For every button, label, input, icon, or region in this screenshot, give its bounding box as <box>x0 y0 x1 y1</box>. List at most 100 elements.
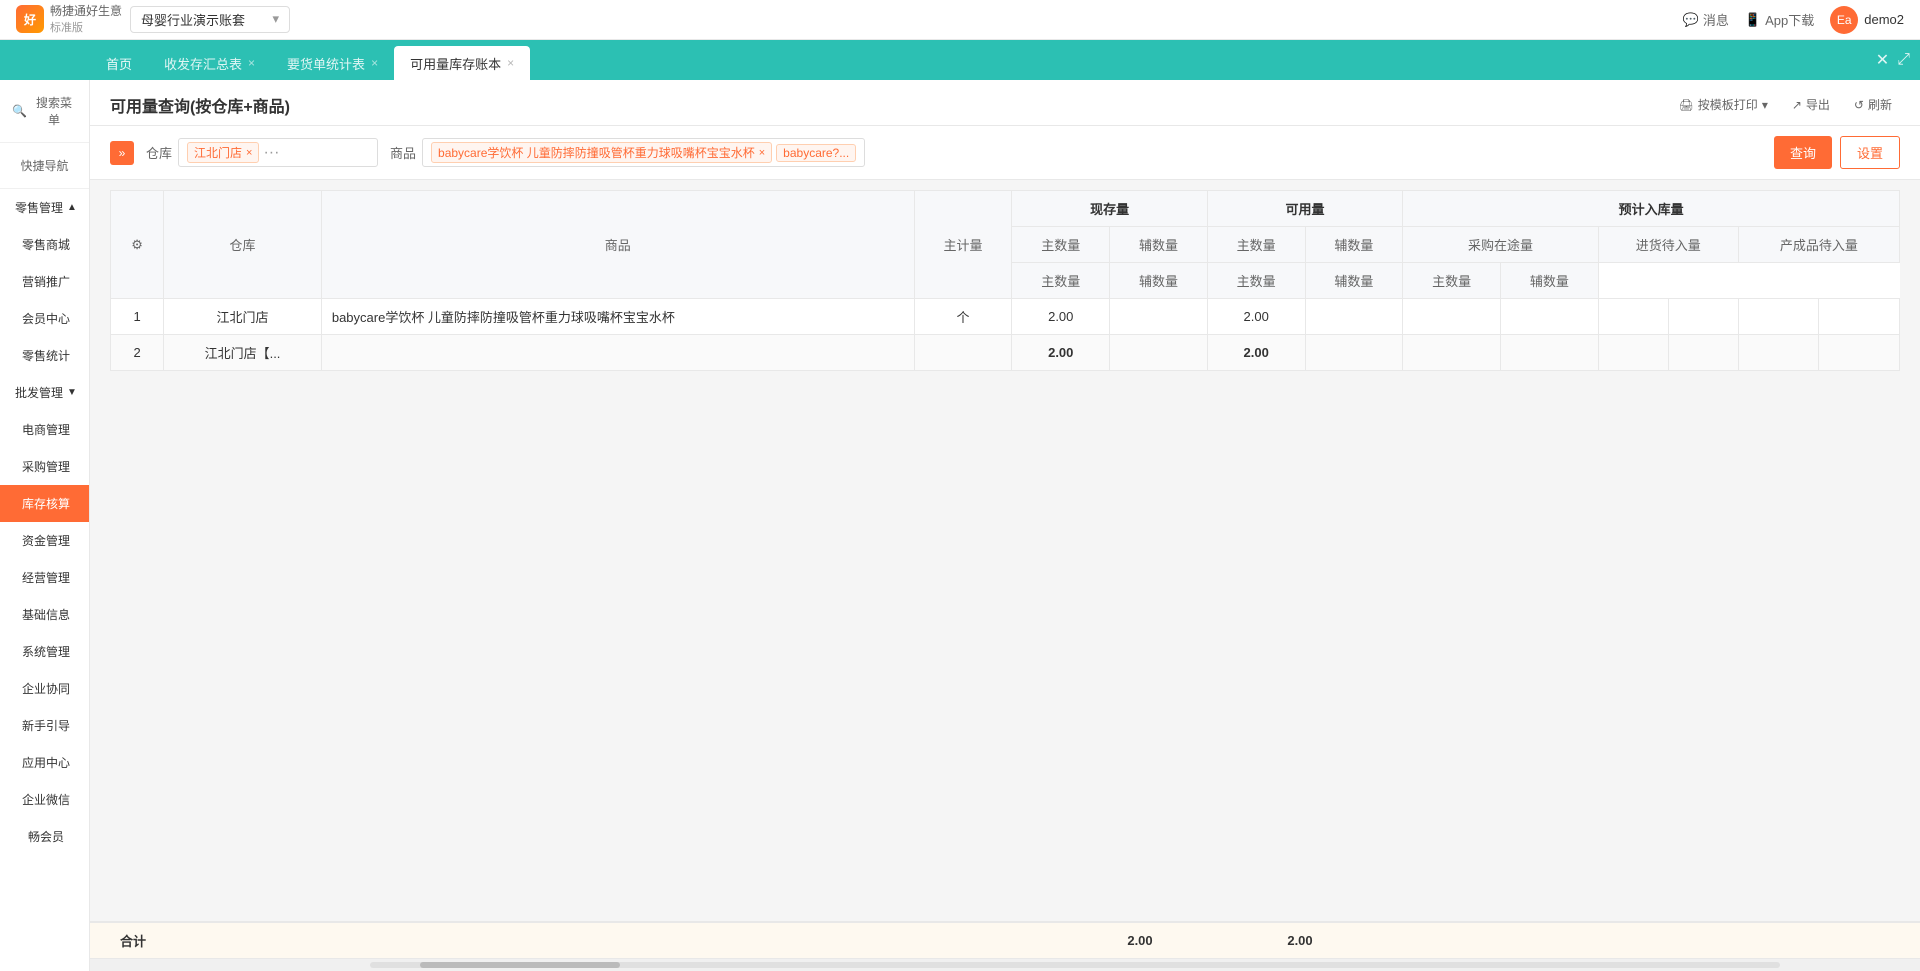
sidebar-item-retail-stats-label: 零售统计 <box>22 347 70 364</box>
sidebar-item-member-center[interactable]: 会员中心 <box>0 300 89 337</box>
sidebar-item-system-mgmt-label: 系统管理 <box>22 643 70 660</box>
page-actions: 🖨 按模板打印 ▾ ↗ 导出 ↺ 刷新 <box>1671 92 1900 117</box>
tab-order[interactable]: 要货单统计表 × <box>271 46 394 80</box>
row-unit: 个 <box>914 299 1012 335</box>
footer-spacer <box>250 933 1100 948</box>
scroll-bar-track[interactable] <box>370 962 1780 968</box>
template-print-button[interactable]: 🖨 按模板打印 ▾ <box>1671 92 1776 117</box>
user-area[interactable]: Ea demo2 <box>1830 6 1904 34</box>
sidebar-item-finance-mgmt-label: 资金管理 <box>22 532 70 549</box>
export-button[interactable]: ↗ 导出 <box>1784 92 1838 117</box>
refresh-icon: ↺ <box>1854 98 1864 112</box>
warehouse-tag-remove[interactable]: × <box>246 147 252 159</box>
sidebar-item-inventory-mgmt[interactable]: 库存核算 <box>0 485 89 522</box>
message-label: 消息 <box>1703 10 1729 29</box>
close-window-icon[interactable]: ✕ <box>1876 50 1889 70</box>
main-layout: 🔍 搜索菜单 快捷导航 零售管理 ▲ 零售商城 营销推广 会员中心 零售统计 <box>0 80 1920 971</box>
sidebar: 🔍 搜索菜单 快捷导航 零售管理 ▲ 零售商城 营销推广 会员中心 零售统计 <box>0 80 90 971</box>
prod-main-header: 主数量 <box>1403 263 1501 299</box>
industry-selector[interactable]: 母婴行业演示账套 ▾ <box>130 6 290 33</box>
sidebar-item-retail-mgmt[interactable]: 零售管理 ▲ <box>0 189 89 226</box>
nav-right-icons: ✕ ⤢ <box>1876 50 1910 70</box>
product-tag-0: babycare学饮杯 儿童防摔防撞吸管杯重力球吸嘴杯宝宝水杯 × <box>431 142 772 163</box>
sidebar-item-new-guide-label: 新手引导 <box>22 717 70 734</box>
warehouse-tag-container[interactable]: 江北门店 × ··· <box>178 138 378 167</box>
warehouse-more[interactable]: ··· <box>263 144 279 162</box>
table-settings-col[interactable]: ⚙ <box>111 191 164 299</box>
table-row: 2 江北门店【... 2.00 2.00 <box>111 335 1900 371</box>
maximize-icon[interactable]: ⤢ <box>1897 51 1910 69</box>
scroll-bar-thumb[interactable] <box>420 962 620 968</box>
product-tag-0-value: babycare学饮杯 儿童防摔防撞吸管杯重力球吸嘴杯宝宝水杯 <box>438 144 755 161</box>
sidebar-item-enterprise-wechat-label: 企业微信 <box>22 791 70 808</box>
top-bar-left: 好 畅捷通好生意 标准版 母婴行业演示账套 ▾ <box>16 4 290 34</box>
template-print-label: 按模板打印 <box>1698 96 1758 113</box>
sidebar-item-ecommerce[interactable]: 电商管理 <box>0 411 89 448</box>
footer-avail-main: 2.00 <box>1260 933 1340 948</box>
footer-label: 合计 <box>110 931 250 950</box>
sidebar-item-marketing[interactable]: 营销推广 <box>0 263 89 300</box>
sidebar-item-system-mgmt[interactable]: 系统管理 <box>0 633 89 670</box>
logo-text-area: 畅捷通好生意 标准版 <box>50 4 122 34</box>
product-tag-1-value: babycare?... <box>783 146 849 160</box>
app-download-button[interactable]: 📱 App下载 <box>1745 10 1814 29</box>
sidebar-item-purchase-mgmt[interactable]: 采购管理 <box>0 448 89 485</box>
sidebar-search-button[interactable]: 🔍 搜索菜单 <box>8 90 81 132</box>
sidebar-item-retail-stats[interactable]: 零售统计 <box>0 337 89 374</box>
message-icon: 💬 <box>1683 12 1699 28</box>
tab-home[interactable]: 首页 <box>90 46 148 80</box>
message-button[interactable]: 💬 消息 <box>1683 10 1729 29</box>
sidebar-item-app-center[interactable]: 应用中心 <box>0 744 89 781</box>
tab-inventory-close[interactable]: × <box>507 56 514 70</box>
product-tag-container[interactable]: babycare学饮杯 儿童防摔防撞吸管杯重力球吸嘴杯宝宝水杯 × babyca… <box>422 138 865 167</box>
sidebar-item-retail-mall[interactable]: 零售商城 <box>0 226 89 263</box>
footer-incoming-main <box>1580 933 1660 948</box>
footer-incoming-sub <box>1660 933 1740 948</box>
filter-expand-button[interactable]: » <box>110 141 134 165</box>
scroll-bar-area <box>90 959 1920 971</box>
tab-receive-close[interactable]: × <box>248 56 255 70</box>
sidebar-item-operation-mgmt-label: 经营管理 <box>22 569 70 586</box>
data-table: ⚙ 仓库 商品 主计量 现存量 可用量 预计入库量 主数量 辅数量 主数量 辅数… <box>110 190 1900 371</box>
mobile-icon: 📱 <box>1745 12 1761 28</box>
row-avail-main: 2.00 <box>1207 335 1305 371</box>
settings-button[interactable]: 设置 <box>1840 136 1900 169</box>
product-tag-0-remove[interactable]: × <box>759 147 765 159</box>
tab-inventory[interactable]: 可用量库存账本 × <box>394 46 530 80</box>
tab-order-close[interactable]: × <box>371 56 378 70</box>
sidebar-item-purchase-mgmt-label: 采购管理 <box>22 458 70 475</box>
row-prod-sub <box>1819 299 1900 335</box>
user-name: demo2 <box>1864 12 1904 27</box>
avatar-initial: Ea <box>1837 13 1852 27</box>
row-warehouse: 江北门店 <box>164 299 322 335</box>
row-pur-transit-main <box>1403 335 1501 371</box>
arrow-icon-wholesale: ▼ <box>67 387 77 398</box>
sidebar-item-quick-nav[interactable]: 快捷导航 <box>0 151 89 180</box>
sidebar-item-finance-mgmt[interactable]: 资金管理 <box>0 522 89 559</box>
row-stock-sub <box>1110 335 1208 371</box>
row-avail-main: 2.00 <box>1207 299 1305 335</box>
avail-main-qty-header: 主数量 <box>1207 227 1305 263</box>
row-pur-transit-sub <box>1500 335 1598 371</box>
row-incoming-main <box>1598 335 1668 371</box>
sidebar-item-enterprise-collab[interactable]: 企业协同 <box>0 670 89 707</box>
page-header: 可用量查询(按仓库+商品) 🖨 按模板打印 ▾ ↗ 导出 ↺ 刷新 <box>90 80 1920 126</box>
row-incoming-sub <box>1668 299 1738 335</box>
row-num: 2 <box>111 335 164 371</box>
sidebar-item-retail-mgmt-label: 零售管理 <box>15 199 63 216</box>
sidebar-item-basic-info[interactable]: 基础信息 <box>0 596 89 633</box>
warehouse-tag-value: 江北门店 <box>194 144 242 161</box>
chevron-down-icon: ▾ <box>272 11 279 27</box>
refresh-label: 刷新 <box>1868 96 1892 113</box>
sidebar-item-marketing-label: 营销推广 <box>22 273 70 290</box>
refresh-button[interactable]: ↺ 刷新 <box>1846 92 1900 117</box>
sidebar-item-wholesale-mgmt[interactable]: 批发管理 ▼ <box>0 374 89 411</box>
table-row: 1 江北门店 babycare学饮杯 儿童防摔防撞吸管杯重力球吸嘴杯宝宝水杯 个… <box>111 299 1900 335</box>
content-area: 可用量查询(按仓库+商品) 🖨 按模板打印 ▾ ↗ 导出 ↺ 刷新 » <box>90 80 1920 971</box>
query-button[interactable]: 查询 <box>1774 136 1832 169</box>
sidebar-item-new-guide[interactable]: 新手引导 <box>0 707 89 744</box>
sidebar-item-vip-member[interactable]: 畅会员 <box>0 818 89 855</box>
sidebar-item-enterprise-wechat[interactable]: 企业微信 <box>0 781 89 818</box>
tab-receive[interactable]: 收发存汇总表 × <box>148 46 271 80</box>
sidebar-item-operation-mgmt[interactable]: 经营管理 <box>0 559 89 596</box>
